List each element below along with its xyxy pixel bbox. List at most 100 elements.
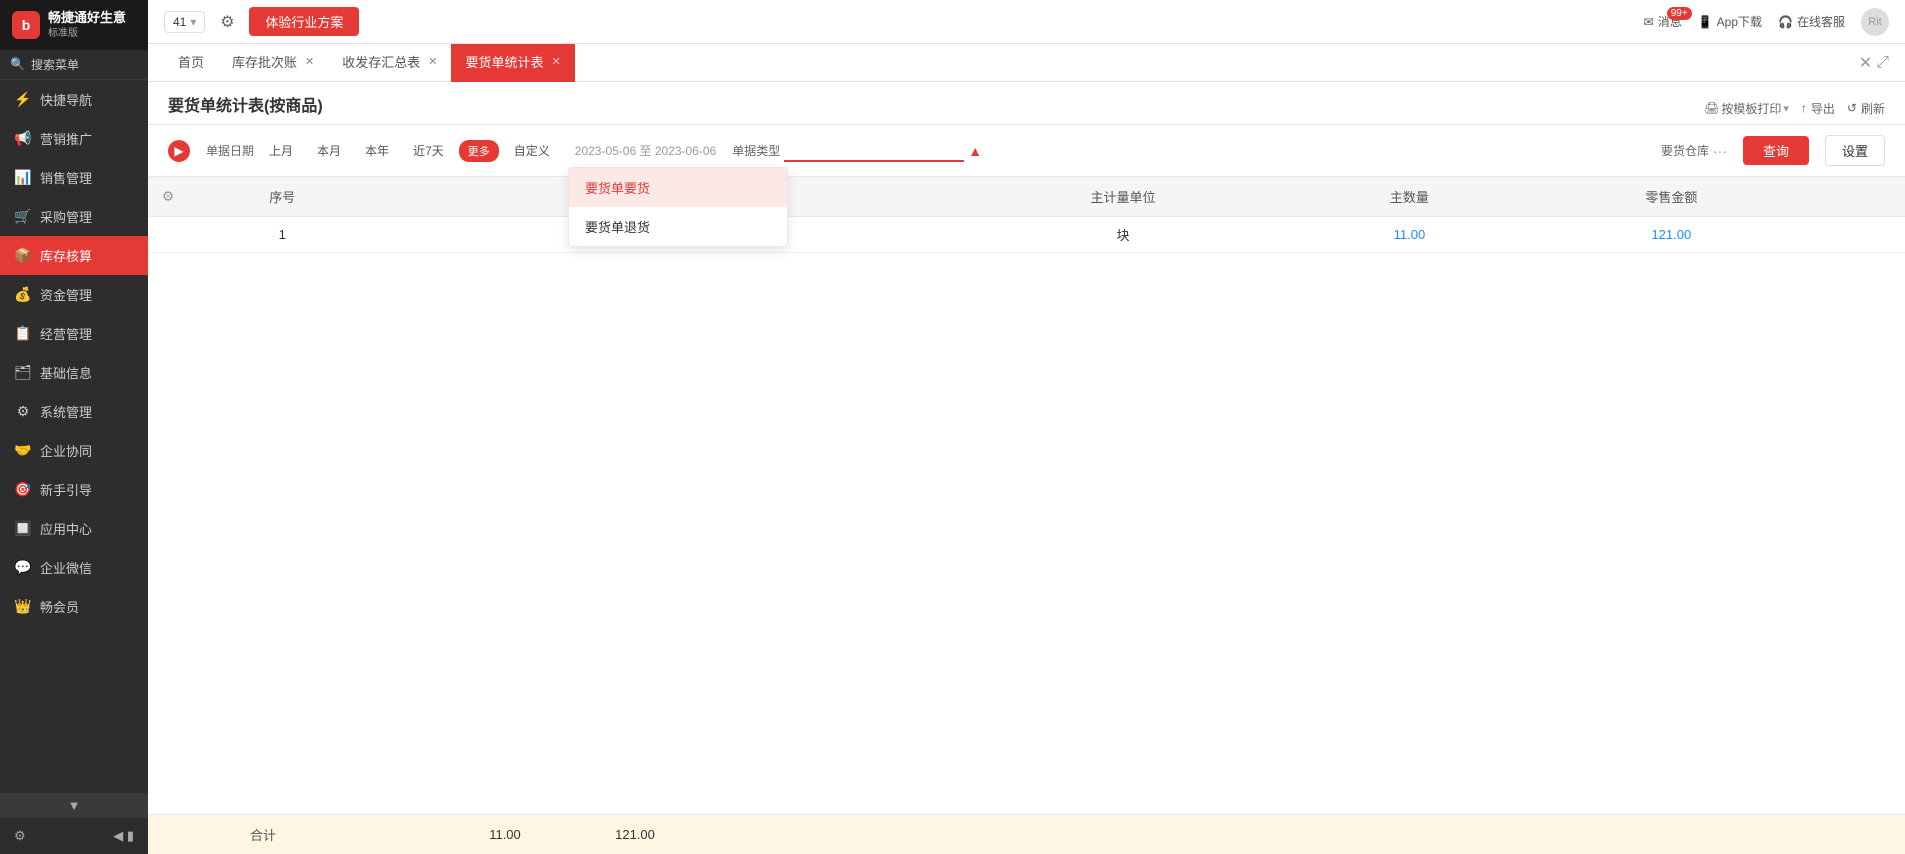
col-settings-icon[interactable]: ⚙ [162,188,175,204]
trial-button[interactable]: 体验行业方案 [249,7,359,36]
sidebar-item-label: 系统管理 [40,402,92,421]
sidebar-collapse-icon[interactable]: ◀ ▮ [113,828,134,844]
export-button[interactable]: ↑ 导出 [1801,100,1835,117]
sidebar-item-finance[interactable]: 💰 资金管理 [0,275,148,314]
date-btn-last-month[interactable]: 上月 [260,139,302,162]
tab-batch-inventory-close[interactable]: ✕ [305,55,314,68]
tab-receive-summary-label: 收发存汇总表 [342,52,420,71]
system-icon: ⚙ [14,402,32,420]
cell-index: 1 [188,217,376,253]
user-menu[interactable]: Rit [1861,8,1889,36]
search-menu[interactable]: 🔍 搜索菜单 [0,50,148,80]
tab-order-stats-close[interactable]: ✕ [552,55,561,68]
avatar: Rit [1861,8,1889,36]
refresh-icon: ↺ [1847,101,1857,115]
finance-icon: 💰 [14,285,32,303]
sidebar-item-wechat[interactable]: 💬 企业微信 [0,548,148,587]
refresh-btn-label: 刷新 [1861,100,1885,117]
refresh-button[interactable]: ↺ 刷新 [1847,100,1885,117]
warehouse-filter-group: 要货仓库 ··· [1661,142,1727,159]
sidebar-item-guide[interactable]: 🎯 新手引导 [0,470,148,509]
sidebar-item-system[interactable]: ⚙ 系统管理 [0,392,148,431]
sidebar-item-quick-nav[interactable]: ⚡ 快捷导航 [0,80,148,119]
col-unit: 主计量单位 [955,177,1290,217]
dropdown-item-return[interactable]: 要货单退货 [569,207,787,246]
app-download-button[interactable]: 📱 App下载 [1698,13,1762,30]
tab-batch-inventory[interactable]: 库存批次账 ✕ [218,44,328,82]
marketing-icon: 📢 [14,129,32,147]
enterprise-icon: 🤝 [14,441,32,459]
tab-receive-summary-close[interactable]: ✕ [428,55,437,68]
logo-sub: 标准版 [48,27,126,40]
sidebar-item-label: 销售管理 [40,168,92,187]
sidebar-item-label: 库存核算 [40,246,92,265]
query-button[interactable]: 查询 [1743,136,1809,165]
col-settings[interactable]: ⚙ [148,177,188,217]
cell-settings [148,217,188,253]
messages-button[interactable]: ✉ 消息 99+ [1644,13,1682,30]
sidebar-item-label: 营销推广 [40,129,92,148]
page-title: 要货单统计表(按商品) [168,92,323,124]
online-service-button[interactable]: 🎧 在线客服 [1778,13,1845,30]
footer-label: 合计 [160,825,440,844]
topbar: 41 ▾ ⚙ 体验行业方案 ✉ 消息 99+ 📱 App下载 🎧 在线客服 [148,0,1905,44]
col-extra [1815,177,1905,217]
tab-order-stats[interactable]: 要货单统计表 ✕ [451,44,574,82]
dropdown-item-order[interactable]: 要货单要货 [569,168,787,207]
tab-receive-summary[interactable]: 收发存汇总表 ✕ [328,44,451,82]
date-btn-this-year[interactable]: 本年 [356,139,398,162]
sidebar-item-sales[interactable]: 📊 销售管理 [0,158,148,197]
date-btn-custom[interactable]: 自定义 [505,139,559,162]
store-selector[interactable]: 41 ▾ [164,11,205,33]
sidebar-item-label: 基础信息 [40,363,92,382]
sidebar-item-basic-info[interactable]: 🗂 基础信息 [0,353,148,392]
sidebar-item-enterprise[interactable]: 🤝 企业协同 [0,431,148,470]
type-filter-input[interactable] [784,140,964,162]
footer-amount: 121.00 [570,827,700,842]
print-template-button[interactable]: 🖨 按模板打印 ▾ [1704,100,1789,117]
sidebar-item-marketing[interactable]: 📢 营销推广 [0,119,148,158]
date-btn-more[interactable]: 更多 [459,140,499,162]
date-btn-this-month[interactable]: 本月 [308,139,350,162]
type-dropdown-chevron[interactable]: ▲ [968,143,982,159]
app-download-label: App下载 [1717,13,1762,30]
sidebar-item-label: 新手引导 [40,480,92,499]
sidebar-item-inventory[interactable]: 📦 库存核算 [0,236,148,275]
cell-amount: 121.00 [1528,217,1814,253]
date-btn-7days[interactable]: 近7天 [404,139,453,162]
sidebar-item-label: 资金管理 [40,285,92,304]
gear-icon: ⚙ [220,12,234,32]
topbar-gear-button[interactable]: ⚙ [213,8,241,36]
col-quantity: 主数量 [1291,177,1528,217]
sidebar-item-app-center[interactable]: 🔲 应用中心 [0,509,148,548]
messages-badge: 99+ [1667,7,1692,20]
filter-area: ▶ 单据日期 上月 本月 本年 近7天 更多 自定义 2023-05-06 至 … [148,125,1905,177]
topbar-left: 41 ▾ ⚙ 体验行业方案 [164,7,1632,36]
data-table: ⚙ 序号 商品 主计量单位 主数量 零售金额 1 [148,177,1905,253]
main-content: 41 ▾ ⚙ 体验行业方案 ✉ 消息 99+ 📱 App下载 🎧 在线客服 [148,0,1905,854]
type-filter-label: 单据类型 [732,142,780,159]
warehouse-more-button[interactable]: ··· [1713,143,1727,159]
sidebar-item-operations[interactable]: 📋 经营管理 [0,314,148,353]
settings-action-button[interactable]: 设置 [1825,135,1885,166]
app-center-icon: 🔲 [14,519,32,537]
sidebar-item-label: 应用中心 [40,519,92,538]
export-icon: ↑ [1801,101,1807,115]
close-all-tabs[interactable]: ✕ [1859,53,1872,73]
sidebar-item-purchase[interactable]: 🛒 采购管理 [0,197,148,236]
sidebar-nav: ⚡ 快捷导航 📢 营销推广 📊 销售管理 🛒 采购管理 📦 库存核算 💰 资金管… [0,80,148,793]
sidebar-scroll-down[interactable]: ▼ [0,793,148,817]
wechat-icon: 💬 [14,558,32,576]
quick-nav-icon: ⚡ [14,90,32,108]
sidebar: b 畅捷通好生意 标准版 🔍 搜索菜单 ⚡ 快捷导航 📢 营销推广 📊 销售管理… [0,0,148,854]
tab-batch-inventory-label: 库存批次账 [232,52,297,71]
member-icon: 👑 [14,597,32,615]
sidebar-item-member[interactable]: 👑 畅会员 [0,587,148,626]
sidebar-settings-icon[interactable]: ⚙ [14,828,26,844]
tab-home[interactable]: 首页 [164,44,218,82]
store-name: 41 [173,15,186,29]
tabs-expand[interactable]: ⤢ [1876,54,1889,72]
search-menu-label: 搜索菜单 [31,56,79,73]
message-icon: ✉ [1644,15,1654,29]
filter-expand-button[interactable]: ▶ [168,140,190,162]
